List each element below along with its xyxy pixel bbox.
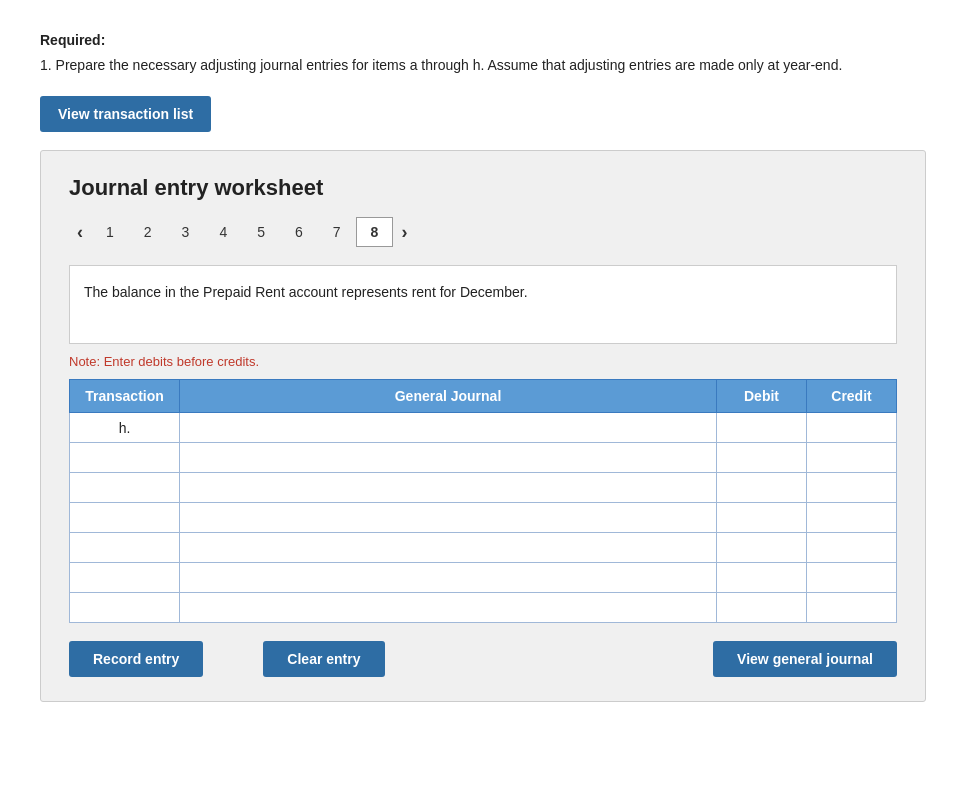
description-text: The balance in the Prepaid Rent account …	[84, 284, 528, 300]
input-credit-4[interactable]	[811, 535, 892, 560]
view-transactions-button[interactable]: View transaction list	[40, 96, 211, 132]
cell-transaction-4	[70, 533, 180, 563]
cell-debit-2[interactable]	[717, 473, 807, 503]
input-journal-4[interactable]	[184, 535, 712, 560]
input-debit-2[interactable]	[721, 475, 802, 500]
button-row: Record entry Clear entry View general jo…	[69, 641, 897, 677]
col-header-debit: Debit	[717, 380, 807, 413]
input-journal-3[interactable]	[184, 505, 712, 530]
description-box: The balance in the Prepaid Rent account …	[69, 265, 897, 344]
cell-credit-0[interactable]	[807, 413, 897, 443]
cell-journal-1[interactable]	[180, 443, 717, 473]
col-header-credit: Credit	[807, 380, 897, 413]
cell-journal-3[interactable]	[180, 503, 717, 533]
cell-credit-4[interactable]	[807, 533, 897, 563]
cell-transaction-1	[70, 443, 180, 473]
input-debit-5[interactable]	[721, 565, 802, 590]
input-credit-0[interactable]	[811, 415, 892, 440]
tab-navigation: ‹ 1 2 3 4 5 6 7 8 ›	[69, 217, 897, 247]
input-journal-2[interactable]	[184, 475, 712, 500]
cell-debit-5[interactable]	[717, 563, 807, 593]
cell-credit-2[interactable]	[807, 473, 897, 503]
tab-7[interactable]: 7	[318, 217, 356, 247]
cell-journal-0[interactable]	[180, 413, 717, 443]
table-row	[70, 473, 897, 503]
table-row	[70, 593, 897, 623]
input-debit-6[interactable]	[721, 595, 802, 620]
clear-entry-button[interactable]: Clear entry	[263, 641, 384, 677]
note-text: Note: Enter debits before credits.	[69, 354, 897, 369]
journal-table: Transaction General Journal Debit Credit…	[69, 379, 897, 623]
cell-credit-5[interactable]	[807, 563, 897, 593]
tab-4[interactable]: 4	[204, 217, 242, 247]
cell-transaction-2	[70, 473, 180, 503]
col-header-journal: General Journal	[180, 380, 717, 413]
input-credit-5[interactable]	[811, 565, 892, 590]
input-journal-5[interactable]	[184, 565, 712, 590]
input-journal-6[interactable]	[184, 595, 712, 620]
cell-transaction-0: h.	[70, 413, 180, 443]
input-debit-3[interactable]	[721, 505, 802, 530]
cell-journal-6[interactable]	[180, 593, 717, 623]
cell-debit-3[interactable]	[717, 503, 807, 533]
input-credit-3[interactable]	[811, 505, 892, 530]
btn-group-left: Record entry Clear entry	[69, 641, 385, 677]
cell-journal-2[interactable]	[180, 473, 717, 503]
table-row	[70, 563, 897, 593]
cell-credit-1[interactable]	[807, 443, 897, 473]
tab-8[interactable]: 8	[356, 217, 394, 247]
input-journal-0[interactable]	[184, 415, 712, 440]
input-debit-1[interactable]	[721, 445, 802, 470]
worksheet-title: Journal entry worksheet	[69, 175, 897, 201]
cell-transaction-6	[70, 593, 180, 623]
table-row	[70, 533, 897, 563]
tab-1[interactable]: 1	[91, 217, 129, 247]
cell-debit-6[interactable]	[717, 593, 807, 623]
cell-transaction-5	[70, 563, 180, 593]
cell-journal-5[interactable]	[180, 563, 717, 593]
input-journal-1[interactable]	[184, 445, 712, 470]
cell-debit-0[interactable]	[717, 413, 807, 443]
tab-6[interactable]: 6	[280, 217, 318, 247]
required-section: Required: 1. Prepare the necessary adjus…	[40, 30, 926, 76]
table-row	[70, 503, 897, 533]
input-debit-4[interactable]	[721, 535, 802, 560]
input-debit-0[interactable]	[721, 415, 802, 440]
required-instruction: 1. Prepare the necessary adjusting journ…	[40, 55, 926, 76]
tab-2[interactable]: 2	[129, 217, 167, 247]
record-entry-button[interactable]: Record entry	[69, 641, 203, 677]
table-row: h.	[70, 413, 897, 443]
input-credit-1[interactable]	[811, 445, 892, 470]
cell-journal-4[interactable]	[180, 533, 717, 563]
tab-prev-arrow[interactable]: ‹	[69, 218, 91, 247]
input-credit-6[interactable]	[811, 595, 892, 620]
table-row	[70, 443, 897, 473]
cell-credit-6[interactable]	[807, 593, 897, 623]
cell-transaction-3	[70, 503, 180, 533]
tab-5[interactable]: 5	[242, 217, 280, 247]
col-header-transaction: Transaction	[70, 380, 180, 413]
worksheet-container: Journal entry worksheet ‹ 1 2 3 4 5 6 7 …	[40, 150, 926, 702]
cell-debit-4[interactable]	[717, 533, 807, 563]
cell-credit-3[interactable]	[807, 503, 897, 533]
tab-3[interactable]: 3	[167, 217, 205, 247]
cell-debit-1[interactable]	[717, 443, 807, 473]
view-general-journal-button[interactable]: View general journal	[713, 641, 897, 677]
tab-next-arrow[interactable]: ›	[393, 218, 415, 247]
input-credit-2[interactable]	[811, 475, 892, 500]
required-label: Required:	[40, 30, 926, 51]
